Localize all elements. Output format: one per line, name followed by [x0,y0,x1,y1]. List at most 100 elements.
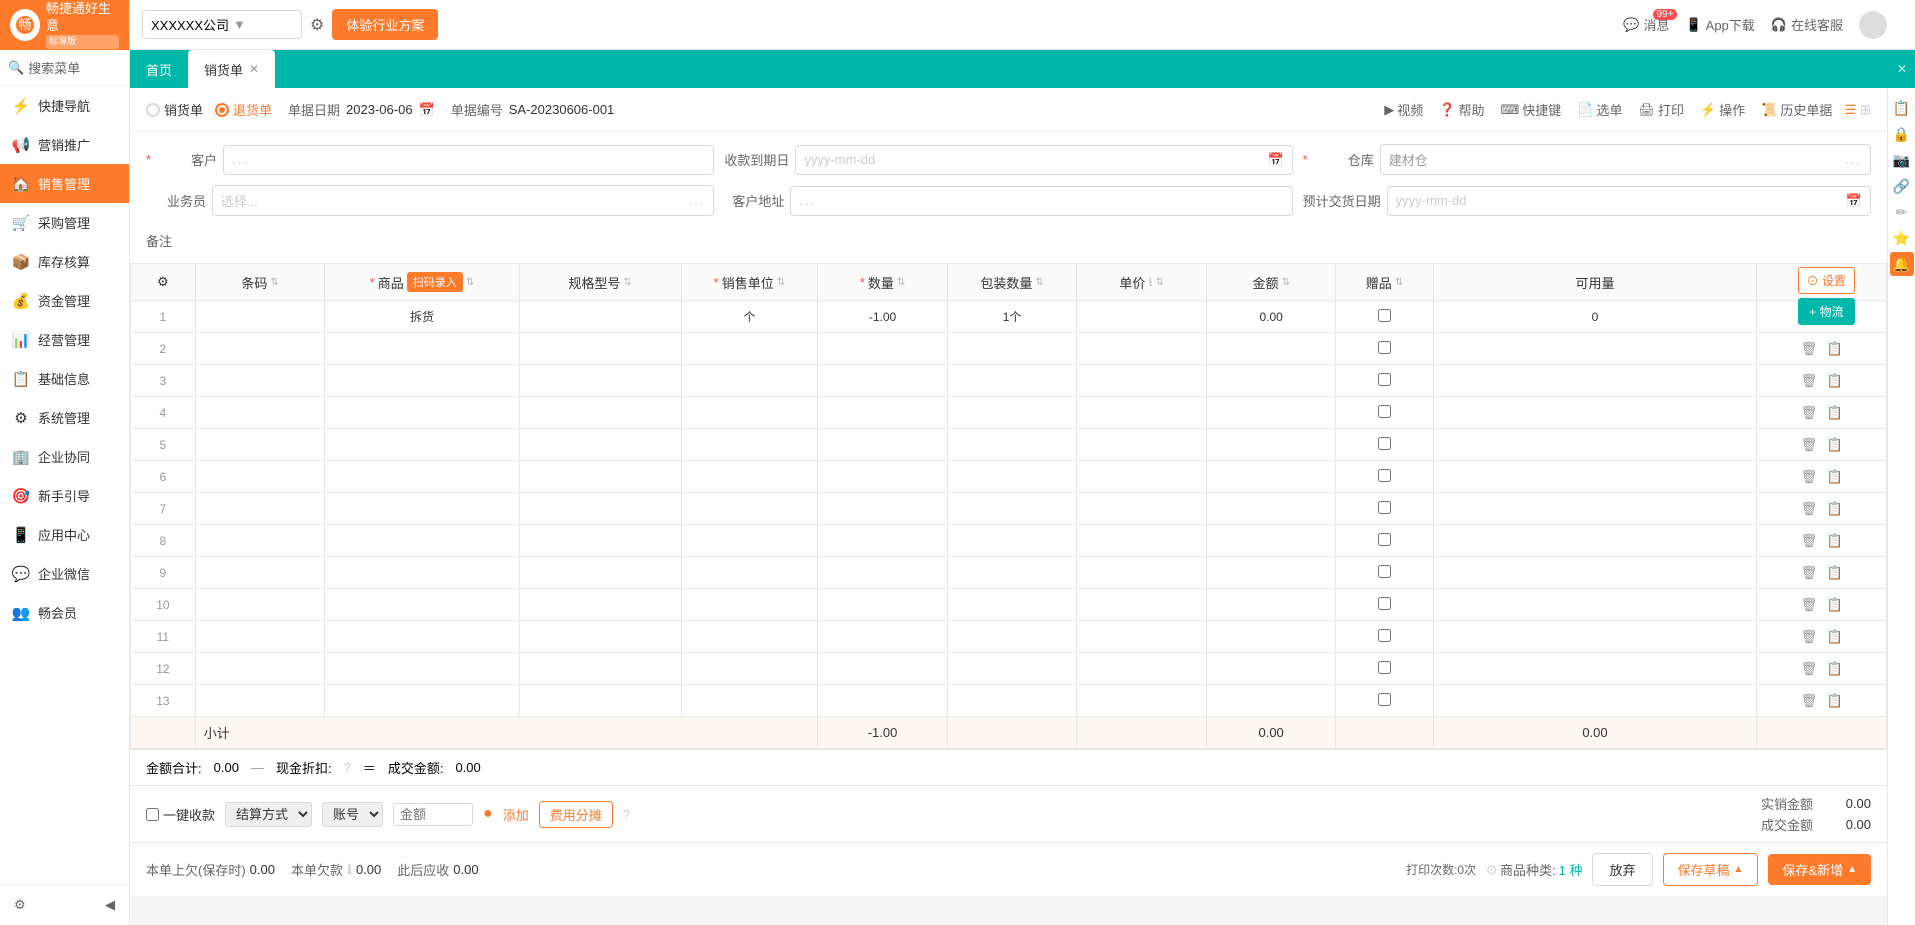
row-gift[interactable] [1336,333,1433,365]
row-qty[interactable] [818,621,948,653]
row-spec[interactable] [519,685,681,717]
payment-help-icon[interactable]: ? [623,807,630,822]
gift-checkbox[interactable] [1378,693,1391,706]
row-qty[interactable] [818,589,948,621]
expense-split-btn[interactable]: 费用分摊 [539,801,613,828]
row-barcode[interactable] [195,685,325,717]
row-amount[interactable] [1206,525,1336,557]
row-amount[interactable] [1206,653,1336,685]
row-product[interactable] [325,621,519,653]
row-spec[interactable] [519,653,681,685]
row-product[interactable] [325,525,519,557]
row-amount[interactable] [1206,685,1336,717]
row-product[interactable] [325,461,519,493]
row-amount[interactable] [1206,333,1336,365]
app-download-btn[interactable]: 📱 App下载 [1685,15,1754,34]
copy-row-icon[interactable]: 📋 [1827,341,1843,356]
row-price[interactable] [1077,461,1207,493]
right-panel-btn-7[interactable]: 🔔 [1890,252,1914,276]
row-amount[interactable] [1206,397,1336,429]
sidebar-item-basic[interactable]: 📋 基础信息 [0,359,129,398]
sidebar-item-marketing[interactable]: 📢 营销推广 [0,125,129,164]
row-spec[interactable] [519,301,681,333]
row-barcode[interactable] [195,589,325,621]
copy-row-icon[interactable]: 📋 [1827,565,1843,580]
row-spec[interactable] [519,525,681,557]
row-spec[interactable] [519,589,681,621]
row-qty[interactable] [818,461,948,493]
gift-checkbox[interactable] [1378,405,1391,418]
gift-checkbox[interactable] [1378,661,1391,674]
qty-sort[interactable]: ⇅ [897,277,905,288]
delete-row-icon[interactable]: 🗑 [1801,629,1818,644]
sidebar-item-wechat[interactable]: 💬 企业微信 [0,554,129,593]
gift-checkbox[interactable] [1378,341,1391,354]
unit-sort[interactable]: ⇅ [777,277,785,288]
settings-icon[interactable]: ⚙ [310,15,324,35]
save-draft-btn[interactable]: 保存草稿 ▲ [1663,853,1759,886]
copy-row-icon[interactable]: 📋 [1827,437,1843,452]
row-qty[interactable] [818,397,948,429]
row-barcode[interactable] [195,621,325,653]
row-pkg-qty[interactable] [947,333,1077,365]
message-btn[interactable]: 💬 消息 99+ [1623,15,1669,34]
row-product[interactable] [325,333,519,365]
row-qty[interactable] [818,429,948,461]
row-spec[interactable] [519,493,681,525]
row-price[interactable] [1077,621,1207,653]
online-service-btn[interactable]: 🎧 在线客服 [1771,15,1843,34]
row-barcode[interactable] [195,333,325,365]
sidebar-item-finance[interactable]: 💰 资金管理 [0,281,129,320]
row-pkg-qty[interactable] [947,461,1077,493]
toolbar-select-btn[interactable]: 📄 选单 [1573,98,1626,121]
row-barcode[interactable] [195,493,325,525]
delete-row-icon[interactable]: 🗑 [1801,661,1818,676]
row-gift[interactable] [1336,621,1433,653]
gift-checkbox[interactable] [1378,629,1391,642]
row-amount[interactable] [1206,429,1336,461]
gift-checkbox[interactable] [1378,309,1391,322]
sidebar-item-purchase[interactable]: 🛒 采购管理 [0,203,129,242]
spec-sort[interactable]: ⇅ [623,277,631,288]
row-price[interactable] [1077,493,1207,525]
sidebar-collapse-btn[interactable]: ◀ [99,893,121,917]
right-panel-btn-4[interactable]: 🔗 [1890,174,1914,198]
row-gift[interactable] [1336,429,1433,461]
row-qty[interactable] [818,365,948,397]
row-unit[interactable] [681,621,818,653]
row-spec[interactable] [519,621,681,653]
discount-help[interactable]: ? [344,760,351,775]
row-amount[interactable] [1206,557,1336,589]
row-barcode[interactable] [195,397,325,429]
row-gift[interactable] [1336,461,1433,493]
row-amount[interactable] [1206,493,1336,525]
toolbar-history-btn[interactable]: 📜 历史单据 [1757,98,1836,121]
delete-row-icon[interactable]: 🗑 [1801,373,1818,388]
row-price[interactable] [1077,653,1207,685]
calc-method-select[interactable]: 结算方式 [225,802,312,827]
payment-amount-input[interactable] [393,803,473,826]
gift-checkbox[interactable] [1378,533,1391,546]
delete-row-icon[interactable]: 🗑 [1801,597,1818,612]
copy-row-icon[interactable]: 📋 [1827,597,1843,612]
right-panel-btn-5[interactable]: ✏ [1890,200,1914,224]
row-price[interactable] [1077,397,1207,429]
expected-date-input[interactable]: yyyy-mm-dd 📅 [1387,186,1871,216]
copy-row-icon[interactable]: 📋 [1827,469,1843,484]
account-select[interactable]: 账号 [322,802,383,827]
row-amount[interactable] [1206,365,1336,397]
row-pkg-qty[interactable] [947,365,1077,397]
trial-btn[interactable]: 体验行业方案 [332,9,438,40]
gift-checkbox[interactable] [1378,565,1391,578]
toolbar-shortcut-btn[interactable]: ⌨ 快捷键 [1497,98,1566,121]
tab-sales-order[interactable]: 销货单 ✕ [188,50,275,88]
sidebar-item-operations[interactable]: 📊 经营管理 [0,320,129,359]
row-unit[interactable] [681,493,818,525]
sidebar-item-guide[interactable]: 🎯 新手引导 [0,476,129,515]
row-price[interactable] [1077,525,1207,557]
toolbar-help-btn[interactable]: ❓ 帮助 [1435,98,1488,121]
scan-btn[interactable]: 扫码录入 [407,272,463,292]
row-gift[interactable] [1336,685,1433,717]
calendar-icon[interactable]: 📅 [419,102,435,118]
sidebar-item-system[interactable]: ⚙ 系统管理 [0,398,129,437]
